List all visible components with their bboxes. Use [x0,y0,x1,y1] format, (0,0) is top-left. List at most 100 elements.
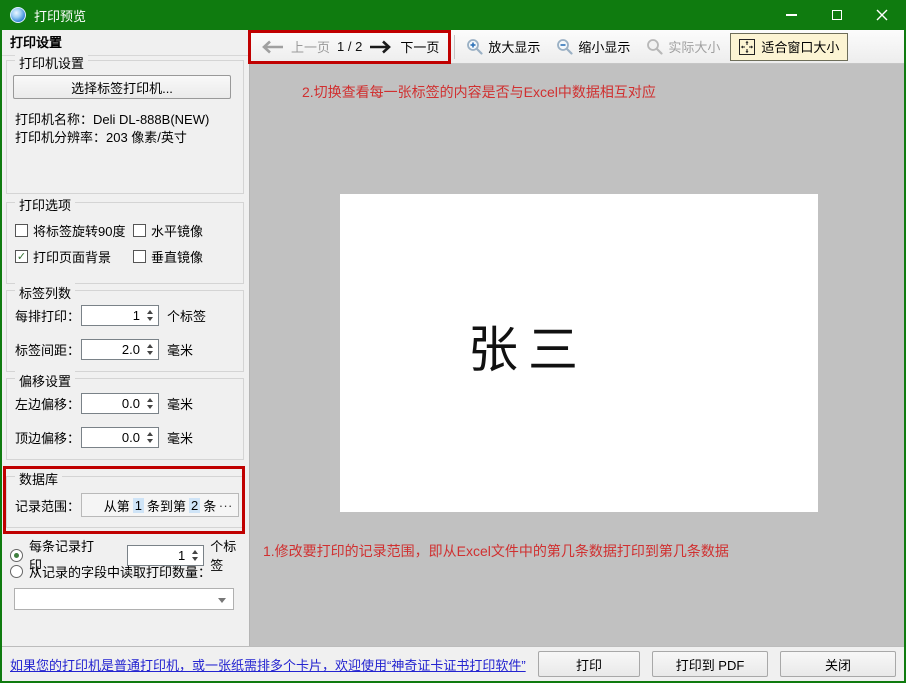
record-range-row: 记录范围： 从第 1 条到第 2 条 ... [15,493,239,517]
label-gap-row: 标签间距： 毫米 [15,339,193,360]
fit-window-label: 适合窗口大小 [761,37,839,56]
preview-area: 2.切换查看每一张标签的内容是否与Excel中数据相互对应 张三 1.修改要打印… [250,64,904,646]
zoom-out-label: 缩小显示 [578,37,630,56]
spinner-buttons[interactable] [144,394,156,413]
chevron-down-icon[interactable] [218,598,226,603]
range-end-value[interactable]: 2 [189,498,200,513]
offset-group-title: 偏移设置 [15,371,75,390]
annotation-step1: 1.修改要打印的记录范围，即从Excel文件中的第几条数据打印到第几条数据 [263,541,729,561]
radio-per-record[interactable] [10,549,23,562]
fit-window-button[interactable]: 适合窗口大小 [730,33,848,61]
range-text-part: 条到第 [147,496,186,515]
prev-page-button[interactable]: 上一页 [291,37,330,56]
zoom-in-label: 放大显示 [488,37,540,56]
spin-down-icon[interactable] [147,317,153,321]
from-field-radio-row: 从记录的字段中读取打印数量： [10,562,211,581]
zoom-in-icon [466,38,483,55]
spin-up-icon[interactable] [192,550,198,554]
spin-down-icon[interactable] [147,405,153,409]
database-group: 数据库 记录范围： 从第 1 条到第 2 条 ... [6,476,244,528]
label-columns-group: 标签列数 每排打印： 个标签 标签间距： [6,290,244,372]
close-icon [876,9,888,21]
actual-size-icon [646,38,663,55]
checkbox-mirror-horizontal[interactable]: 水平镜像 [133,221,203,240]
fit-window-icon [739,39,755,55]
record-range-field[interactable]: 从第 1 条到第 2 条 ... [81,493,239,517]
top-offset-stepper[interactable] [81,427,159,448]
options-row-1: 将标签旋转90度 水平镜像 [15,221,239,240]
checkbox-icon[interactable] [15,224,28,237]
minimize-icon [786,14,797,16]
checkbox-icon[interactable] [133,250,146,263]
select-printer-button[interactable]: 选择标签打印机... [13,75,231,99]
record-range-label: 记录范围： [15,496,81,515]
from-field-label: 从记录的字段中读取打印数量： [29,562,211,581]
checkbox-label: 打印页面背景 [33,247,111,266]
options-row-2: ✓ 打印页面背景 垂直镜像 [15,247,239,266]
top-offset-row: 顶边偏移： 毫米 [15,427,193,448]
spinner-buttons[interactable] [144,340,156,359]
maximize-icon [832,10,842,20]
checkbox-icon[interactable]: ✓ [15,250,28,263]
left-offset-row: 左边偏移： 毫米 [15,393,193,414]
radio-from-field[interactable] [10,565,23,578]
print-to-pdf-button[interactable]: 打印到 PDF [652,651,768,677]
range-text-part: 从第 [104,496,130,515]
page-indicator: 1 / 2 [337,39,362,54]
close-dialog-button[interactable]: 关闭 [780,651,896,677]
database-group-title: 数据库 [15,469,62,488]
spin-up-icon[interactable] [147,398,153,402]
range-browse-button[interactable]: ... [219,495,233,510]
next-page-button[interactable]: 下一页 [400,37,439,56]
titlebar: 打印预览 [2,0,904,30]
spinner-buttons[interactable] [144,306,156,325]
range-text-part: 条 [203,496,216,515]
checkbox-print-background[interactable]: ✓ 打印页面背景 [15,247,111,266]
spin-up-icon[interactable] [147,310,153,314]
zoom-in-button[interactable]: 放大显示 [458,33,548,61]
field-combobox[interactable] [14,588,234,610]
footer-bar: 如果您的打印机是普通打印机，或一张纸需排多个卡片，欢迎使用“神奇证卡证书打印软件… [2,646,904,681]
printer-dpi-line: 打印机分辨率：203 像素/英寸 [15,127,187,146]
checkbox-rotate-90[interactable]: 将标签旋转90度 [15,221,125,240]
labels-per-row-stepper[interactable] [81,305,159,326]
right-zone: 上一页 1 / 2 下一页 放大显示 [250,30,904,646]
checkbox-icon[interactable] [133,224,146,237]
spin-down-icon[interactable] [147,351,153,355]
print-options-title: 打印选项 [15,195,75,214]
labels-per-row-label: 每排打印： [15,306,81,325]
app-icon [10,7,26,23]
printer-group-title: 打印机设置 [15,53,88,72]
actual-size-label: 实际大小 [668,37,720,56]
settings-panel: 打印设置 打印机设置 选择标签打印机... 打印机名称：Deli DL-888B… [2,30,250,646]
checkbox-mirror-vertical[interactable]: 垂直镜像 [133,247,203,266]
range-start-value[interactable]: 1 [133,498,144,513]
promo-link[interactable]: 如果您的打印机是普通打印机，或一张纸需排多个卡片，欢迎使用“神奇证卡证书打印软件… [10,655,526,674]
footer-buttons: 打印 打印到 PDF 关闭 [538,651,896,677]
spin-down-icon[interactable] [147,439,153,443]
left-offset-stepper[interactable] [81,393,159,414]
offset-group: 偏移设置 左边偏移： 毫米 顶边偏移： [6,378,244,460]
window-title: 打印预览 [34,6,86,25]
checkbox-label: 将标签旋转90度 [33,221,125,240]
printer-group: 打印机设置 选择标签打印机... 打印机名称：Deli DL-888B(NEW)… [6,60,244,194]
zoom-out-button[interactable]: 缩小显示 [548,33,638,61]
actual-size-button[interactable]: 实际大小 [638,33,728,61]
preview-toolbar: 上一页 1 / 2 下一页 放大显示 [250,30,904,64]
spin-down-icon[interactable] [192,557,198,561]
labels-per-row-row: 每排打印： 个标签 [15,305,206,326]
maximize-button[interactable] [814,0,859,30]
label-gap-stepper[interactable] [81,339,159,360]
label-content-text: 张三 [468,310,588,382]
minimize-button[interactable] [769,0,814,30]
print-button[interactable]: 打印 [538,651,640,677]
print-options-group: 打印选项 将标签旋转90度 水平镜像 ✓ 打印页面背景 [6,202,244,284]
zoom-out-icon [556,38,573,55]
checkbox-label: 水平镜像 [151,221,203,240]
label-page-preview: 张三 [340,194,818,512]
spinner-buttons[interactable] [144,428,156,447]
print-preview-window: 打印预览 打印设置 打印机设置 选择标签打印机... 打印机名称：Deli DL… [0,0,906,683]
spin-up-icon[interactable] [147,344,153,348]
spin-up-icon[interactable] [147,432,153,436]
close-button[interactable] [859,0,904,30]
